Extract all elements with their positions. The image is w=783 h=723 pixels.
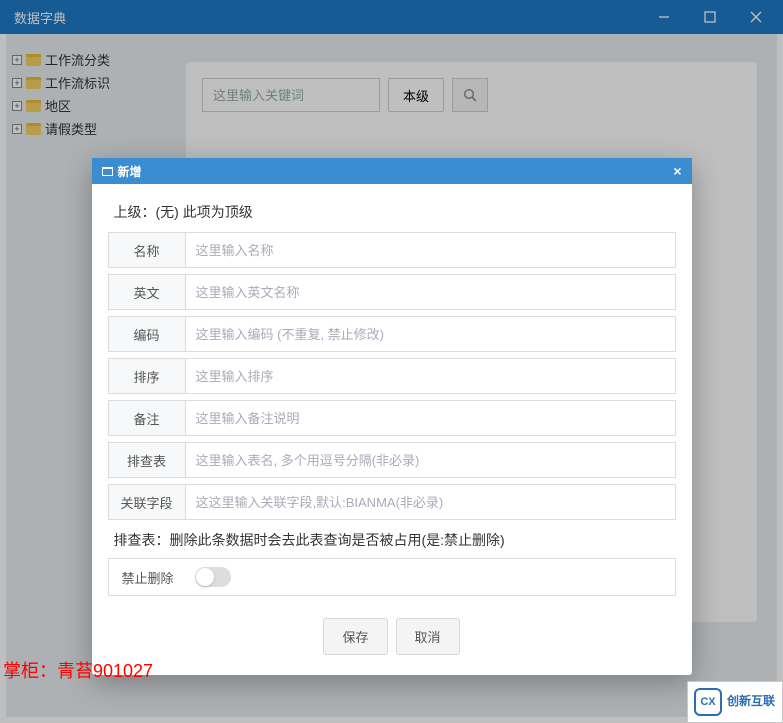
add-modal: 新增 × 上级：(无) 此项为顶级 名称 英文 编码 排序 备 [92,158,692,675]
input-exclude[interactable] [186,442,676,478]
row-order: 排序 [108,358,676,394]
input-relcol[interactable] [186,484,676,520]
row-exclude: 排查表 [108,442,676,478]
input-remark[interactable] [186,400,676,436]
brand-mark: CX [694,688,722,716]
modal-header: 新增 × [92,158,692,184]
row-name: 名称 [108,232,676,268]
label-forbid-delete: 禁止删除 [109,568,187,587]
row-relcol: 关联字段 [108,484,676,520]
input-en[interactable] [186,274,676,310]
parent-hint: 上级：(无) 此项为顶级 [108,202,676,222]
label-code: 编码 [108,316,186,352]
input-name[interactable] [186,232,676,268]
modal-title: 新增 [118,163,142,180]
row-code: 编码 [108,316,676,352]
row-en: 英文 [108,274,676,310]
input-code[interactable] [186,316,676,352]
toggle-knob [196,568,214,586]
window-icon [102,167,113,176]
label-remark: 备注 [108,400,186,436]
exclude-note: 排查表：删除此条数据时会去此表查询是否被占用(是:禁止删除) [108,530,676,550]
watermark-text: 掌柜：青苔901027 [3,657,153,683]
save-button[interactable]: 保存 [323,618,387,655]
brand-logo: CX 创新互联 [687,681,783,723]
modal-body: 上级：(无) 此项为顶级 名称 英文 编码 排序 备注 排 [92,184,692,675]
row-forbid-delete: 禁止删除 [108,558,676,596]
label-exclude: 排查表 [108,442,186,478]
brand-text: 创新互联 [727,695,775,708]
forbid-delete-toggle[interactable] [195,567,231,587]
modal-overlay: 新增 × 上级：(无) 此项为顶级 名称 英文 编码 排序 备 [0,0,783,723]
modal-close-button[interactable]: × [673,163,681,179]
cancel-button[interactable]: 取消 [396,618,460,655]
row-remark: 备注 [108,400,676,436]
label-name: 名称 [108,232,186,268]
label-order: 排序 [108,358,186,394]
modal-actions: 保存 取消 [108,618,676,655]
input-order[interactable] [186,358,676,394]
label-relcol: 关联字段 [108,484,186,520]
label-en: 英文 [108,274,186,310]
